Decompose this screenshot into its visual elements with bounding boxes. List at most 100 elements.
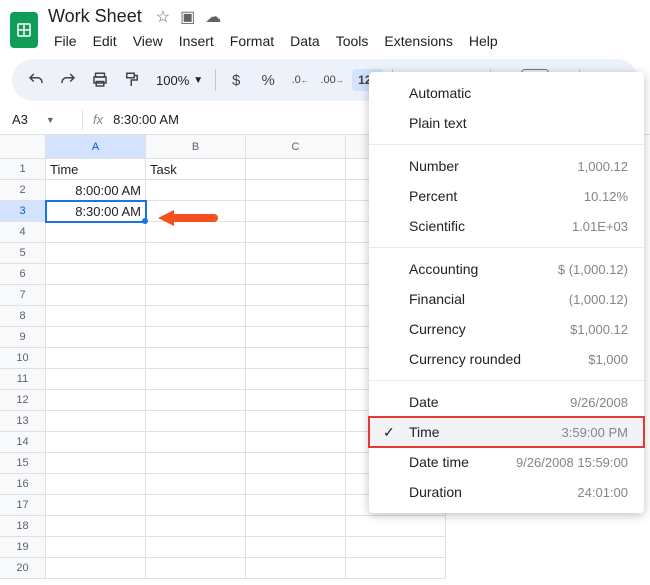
row-header[interactable]: 10	[0, 348, 46, 369]
menu-help[interactable]: Help	[463, 29, 504, 53]
star-icon[interactable]: ☆	[156, 7, 170, 27]
cell-b20[interactable]	[146, 558, 246, 579]
cell-c1[interactable]	[246, 159, 346, 180]
col-header-a[interactable]: A	[46, 135, 146, 159]
format-plain-text[interactable]: Plain text	[369, 108, 644, 138]
formula-bar[interactable]: 8:30:00 AM	[113, 112, 179, 127]
cell-b1[interactable]: Task	[146, 159, 246, 180]
print-button[interactable]	[88, 66, 112, 94]
select-all-corner[interactable]	[0, 135, 46, 159]
cell-c5[interactable]	[246, 243, 346, 264]
row-header[interactable]: 9	[0, 327, 46, 348]
row-header[interactable]: 8	[0, 306, 46, 327]
row-header[interactable]: 16	[0, 474, 46, 495]
name-box[interactable]: A3▼	[12, 112, 72, 127]
cell-c7[interactable]	[246, 285, 346, 306]
menu-file[interactable]: File	[48, 29, 83, 53]
cell-a19[interactable]	[46, 537, 146, 558]
row-header[interactable]: 11	[0, 369, 46, 390]
row-header[interactable]: 1	[0, 159, 46, 180]
cell-b5[interactable]	[146, 243, 246, 264]
cell-b19[interactable]	[146, 537, 246, 558]
cell-c2[interactable]	[246, 180, 346, 201]
format-currency-rounded[interactable]: Currency rounded$1,000	[369, 344, 644, 374]
format-percent[interactable]: Percent10.12%	[369, 181, 644, 211]
cell-b17[interactable]	[146, 495, 246, 516]
cell-c10[interactable]	[246, 348, 346, 369]
menu-extensions[interactable]: Extensions	[378, 29, 458, 53]
cell-a7[interactable]	[46, 285, 146, 306]
cell-a9[interactable]	[46, 327, 146, 348]
cell-c12[interactable]	[246, 390, 346, 411]
cell-a2[interactable]: 8:00:00 AM	[46, 180, 146, 201]
cell-c6[interactable]	[246, 264, 346, 285]
row-header[interactable]: 4	[0, 222, 46, 243]
cell-a15[interactable]	[46, 453, 146, 474]
cell-b15[interactable]	[146, 453, 246, 474]
row-header[interactable]: 17	[0, 495, 46, 516]
cell-d19[interactable]	[346, 537, 446, 558]
cell-b7[interactable]	[146, 285, 246, 306]
cell-c4[interactable]	[246, 222, 346, 243]
cell-a12[interactable]	[46, 390, 146, 411]
cell-a10[interactable]	[46, 348, 146, 369]
row-header[interactable]: 5	[0, 243, 46, 264]
cell-a6[interactable]	[46, 264, 146, 285]
cell-b16[interactable]	[146, 474, 246, 495]
format-scientific[interactable]: Scientific1.01E+03	[369, 211, 644, 241]
format-date[interactable]: Date9/26/2008	[369, 387, 644, 417]
paint-format-button[interactable]	[120, 66, 144, 94]
format-accounting[interactable]: Accounting$ (1,000.12)	[369, 254, 644, 284]
move-icon[interactable]: ▣	[180, 7, 195, 27]
cell-c15[interactable]	[246, 453, 346, 474]
format-number[interactable]: Number1,000.12	[369, 151, 644, 181]
cell-b10[interactable]	[146, 348, 246, 369]
cell-b9[interactable]	[146, 327, 246, 348]
col-header-c[interactable]: C	[246, 135, 346, 159]
cell-a4[interactable]	[46, 222, 146, 243]
cell-b6[interactable]	[146, 264, 246, 285]
cell-c9[interactable]	[246, 327, 346, 348]
cloud-icon[interactable]: ☁	[205, 7, 221, 27]
row-header[interactable]: 6	[0, 264, 46, 285]
row-header[interactable]: 13	[0, 411, 46, 432]
row-header[interactable]: 19	[0, 537, 46, 558]
cell-b12[interactable]	[146, 390, 246, 411]
cell-b2[interactable]	[146, 180, 246, 201]
cell-a18[interactable]	[46, 516, 146, 537]
row-header[interactable]: 2	[0, 180, 46, 201]
format-currency[interactable]: Currency$1,000.12	[369, 314, 644, 344]
row-header[interactable]: 15	[0, 453, 46, 474]
cell-c14[interactable]	[246, 432, 346, 453]
cell-c8[interactable]	[246, 306, 346, 327]
cell-c17[interactable]	[246, 495, 346, 516]
cell-a16[interactable]	[46, 474, 146, 495]
menu-tools[interactable]: Tools	[330, 29, 375, 53]
increase-decimal-button[interactable]: .00→	[320, 66, 344, 94]
cell-a17[interactable]	[46, 495, 146, 516]
cell-c18[interactable]	[246, 516, 346, 537]
col-header-b[interactable]: B	[146, 135, 246, 159]
currency-button[interactable]: $	[224, 66, 248, 94]
cell-a14[interactable]	[46, 432, 146, 453]
format-datetime[interactable]: Date time9/26/2008 15:59:00	[369, 447, 644, 477]
cell-a1[interactable]: Time	[46, 159, 146, 180]
menu-view[interactable]: View	[127, 29, 169, 53]
cell-c13[interactable]	[246, 411, 346, 432]
row-header[interactable]: 3	[0, 201, 46, 222]
cell-a11[interactable]	[46, 369, 146, 390]
menu-insert[interactable]: Insert	[173, 29, 220, 53]
row-header[interactable]: 12	[0, 390, 46, 411]
cell-c19[interactable]	[246, 537, 346, 558]
cell-a5[interactable]	[46, 243, 146, 264]
menu-data[interactable]: Data	[284, 29, 326, 53]
percent-button[interactable]: %	[256, 66, 280, 94]
menu-edit[interactable]: Edit	[87, 29, 123, 53]
cell-b14[interactable]	[146, 432, 246, 453]
cell-c20[interactable]	[246, 558, 346, 579]
cell-b18[interactable]	[146, 516, 246, 537]
format-time[interactable]: Time3:59:00 PM	[369, 417, 644, 447]
cell-a3[interactable]: 8:30:00 AM	[46, 201, 146, 222]
format-financial[interactable]: Financial(1,000.12)	[369, 284, 644, 314]
row-header[interactable]: 14	[0, 432, 46, 453]
